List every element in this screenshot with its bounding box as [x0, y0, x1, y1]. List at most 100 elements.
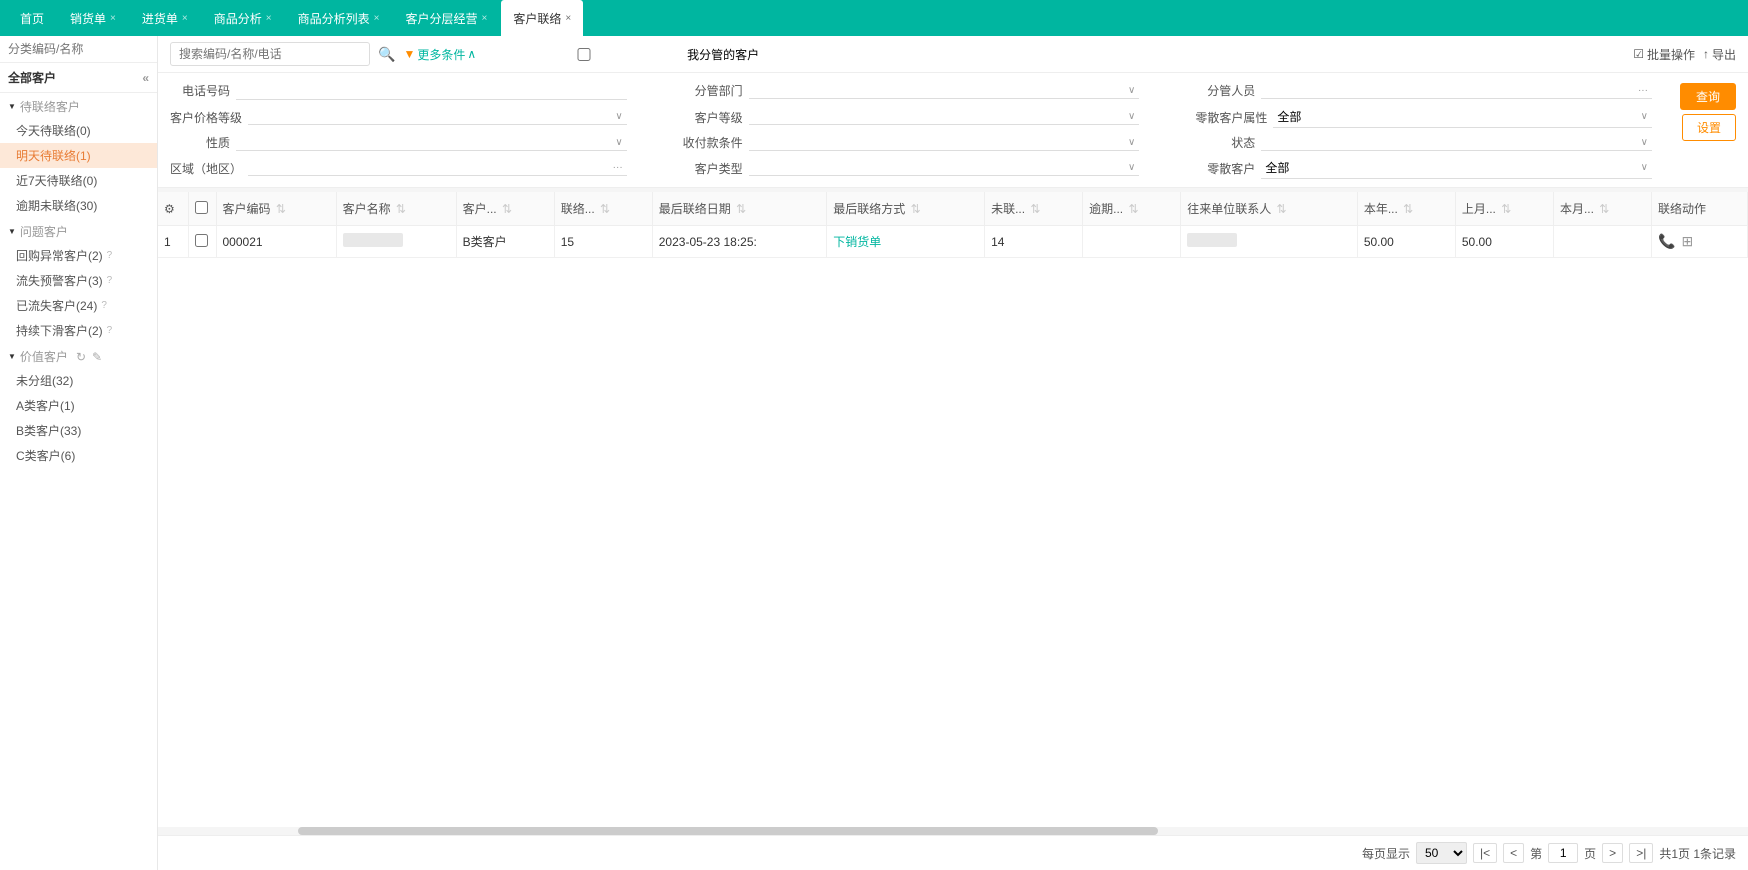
dots-icon: ···: [613, 162, 623, 173]
nav-product-analysis[interactable]: 商品分析 ×: [202, 0, 284, 36]
close-icon[interactable]: ×: [266, 13, 272, 24]
manager-select[interactable]: ···: [1261, 83, 1652, 99]
th-checkbox[interactable]: [188, 192, 216, 226]
customer-type-field: 客户类型 ∨: [683, 160, 1140, 177]
more-conditions-toggle[interactable]: ▼ 更多条件 ∧: [403, 46, 476, 63]
sidebar-item-ungrouped[interactable]: 未分组(32): [0, 368, 157, 393]
next-page-button[interactable]: >: [1602, 843, 1623, 863]
query-button[interactable]: 查询: [1680, 83, 1736, 110]
sidebar-item-class-a[interactable]: A类客户(1): [0, 393, 157, 418]
td-last-month: 50.00: [1455, 226, 1553, 258]
last-page-button[interactable]: >|: [1629, 843, 1653, 863]
sidebar-item-overdue-contact[interactable]: 逾期未联络(30): [0, 193, 157, 218]
row-checkbox[interactable]: [195, 234, 208, 247]
td-name: [336, 226, 456, 258]
customer-level-select[interactable]: ∨: [749, 109, 1140, 125]
sidebar-item-repurchase-abnormal[interactable]: 回购异常客户(2) ?: [0, 243, 157, 268]
search-button[interactable]: 🔍: [378, 46, 395, 63]
grid-action-icon[interactable]: ⊞: [1681, 233, 1693, 250]
sidebar-item-7days-contact[interactable]: 近7天待联络(0): [0, 168, 157, 193]
content-area: 🔍 ▼ 更多条件 ∧ 我分管的客户 ☑ 批量操作 ↑ 导出: [158, 36, 1748, 870]
td-last-contact-method[interactable]: 下销货单: [827, 226, 985, 258]
filter-row-4: 区域（地区） ··· 客户类型 ∨: [170, 157, 1652, 179]
nav-customer-contact[interactable]: 客户联络 ×: [501, 0, 583, 36]
refresh-icon[interactable]: ↻: [76, 350, 86, 364]
scroll-thumb[interactable]: [298, 827, 1158, 835]
help-icon: ?: [101, 300, 107, 311]
sort-icon[interactable]: ⇅: [1403, 202, 1413, 216]
my-customers-check[interactable]: [484, 48, 684, 61]
nav-customer-tier[interactable]: 客户分层经营 ×: [393, 0, 499, 36]
sidebar-item-today-contact[interactable]: 今天待联络(0): [0, 118, 157, 143]
nav-home[interactable]: 首页: [8, 0, 56, 36]
retail-attr-select[interactable]: 全部 ∨: [1273, 106, 1652, 128]
search-input[interactable]: [170, 42, 370, 66]
sort-icon[interactable]: ⇅: [1599, 202, 1609, 216]
horizontal-scrollbar[interactable]: [158, 827, 1748, 835]
sidebar-item-tomorrow-contact[interactable]: 明天待联络(1): [0, 143, 157, 168]
page-size-select[interactable]: 50 100 200: [1416, 842, 1467, 864]
close-icon[interactable]: ×: [182, 13, 188, 24]
nav-product-analysis-list[interactable]: 商品分析列表 ×: [286, 0, 392, 36]
th-settings[interactable]: ⚙: [158, 192, 188, 226]
payment-select[interactable]: ∨: [749, 135, 1140, 151]
chevron-down-icon: ∨: [615, 111, 622, 122]
all-customers-header: 全部客户 «: [0, 63, 157, 93]
page-input[interactable]: [1548, 843, 1578, 863]
sort-icon[interactable]: ⇅: [1030, 202, 1040, 216]
td-last-contact-date: 2023-05-23 18:25:: [652, 226, 827, 258]
collapse-icon[interactable]: «: [142, 71, 149, 85]
set-button[interactable]: 设置: [1682, 114, 1736, 141]
sort-icon[interactable]: ⇅: [1277, 202, 1287, 216]
close-icon[interactable]: ×: [481, 13, 487, 24]
edit-icon[interactable]: ✎: [92, 350, 102, 364]
nav-sales-order[interactable]: 销货单 ×: [58, 0, 128, 36]
sidebar-item-class-c[interactable]: C类客户(6): [0, 443, 157, 468]
last-contact-method-link[interactable]: 下销货单: [833, 235, 881, 249]
sidebar-item-lost-customers[interactable]: 已流失客户(24) ?: [0, 293, 157, 318]
customer-type-select[interactable]: ∨: [749, 160, 1140, 176]
sidebar-search-input[interactable]: [8, 42, 158, 56]
select-all-checkbox[interactable]: [195, 201, 208, 214]
sort-icon[interactable]: ⇅: [600, 202, 610, 216]
status-select[interactable]: ∨: [1261, 135, 1652, 151]
phone-input[interactable]: [236, 81, 627, 100]
prev-page-button[interactable]: <: [1503, 843, 1524, 863]
pagination: 每页显示 50 100 200 |< < 第 页 > >| 共1页 1条记录: [158, 835, 1748, 870]
price-level-select[interactable]: ∨: [248, 109, 627, 125]
sort-icon[interactable]: ⇅: [736, 202, 746, 216]
sidebar-item-loss-warning[interactable]: 流失预警客户(3) ?: [0, 268, 157, 293]
batch-ops-button[interactable]: ☑ 批量操作: [1633, 46, 1695, 63]
td-checkbox[interactable]: [188, 226, 216, 258]
table-container: ⚙ 客户编码 ⇅ 客户名称 ⇅ 客户... ⇅: [158, 192, 1748, 827]
sidebar: 🔍 全部客户 « ▼ 待联络客户 今天待联络(0) 明天待联络(1) 近7天待联…: [0, 36, 158, 870]
close-icon[interactable]: ×: [565, 13, 571, 24]
dept-select[interactable]: ∨: [749, 83, 1140, 99]
first-page-button[interactable]: |<: [1473, 843, 1497, 863]
gender-select[interactable]: ∨: [236, 135, 627, 151]
export-button[interactable]: ↑ 导出: [1703, 46, 1736, 63]
close-icon[interactable]: ×: [110, 13, 116, 24]
sort-icon[interactable]: ⇅: [911, 202, 921, 216]
sort-icon[interactable]: ⇅: [1128, 202, 1138, 216]
my-customers-checkbox[interactable]: 我分管的客户: [484, 46, 759, 63]
close-icon[interactable]: ×: [374, 13, 380, 24]
td-this-month: [1553, 226, 1651, 258]
sidebar-item-declining[interactable]: 持续下滑客户(2) ?: [0, 318, 157, 343]
region-select[interactable]: ···: [248, 160, 627, 176]
retail-customer-select[interactable]: 全部 ∨: [1261, 157, 1652, 179]
phone-field: 电话号码: [170, 81, 627, 100]
chevron-down-icon: ∨: [1641, 137, 1648, 148]
sort-icon[interactable]: ⇅: [502, 202, 512, 216]
help-icon: ?: [107, 325, 113, 336]
nav-purchase-order[interactable]: 进货单 ×: [130, 0, 200, 36]
sidebar-item-class-b[interactable]: B类客户(33): [0, 418, 157, 443]
sort-icon[interactable]: ⇅: [396, 202, 406, 216]
chevron-down-icon: ∨: [1128, 137, 1135, 148]
phone-action-icon[interactable]: 📞: [1658, 233, 1675, 250]
th-this-month: 本月... ⇅: [1553, 192, 1651, 226]
sort-icon[interactable]: ⇅: [1501, 202, 1511, 216]
th-last-contact-date: 最后联络日期 ⇅: [652, 192, 827, 226]
th-not-contacted: 未联... ⇅: [985, 192, 1083, 226]
sort-icon[interactable]: ⇅: [276, 202, 286, 216]
